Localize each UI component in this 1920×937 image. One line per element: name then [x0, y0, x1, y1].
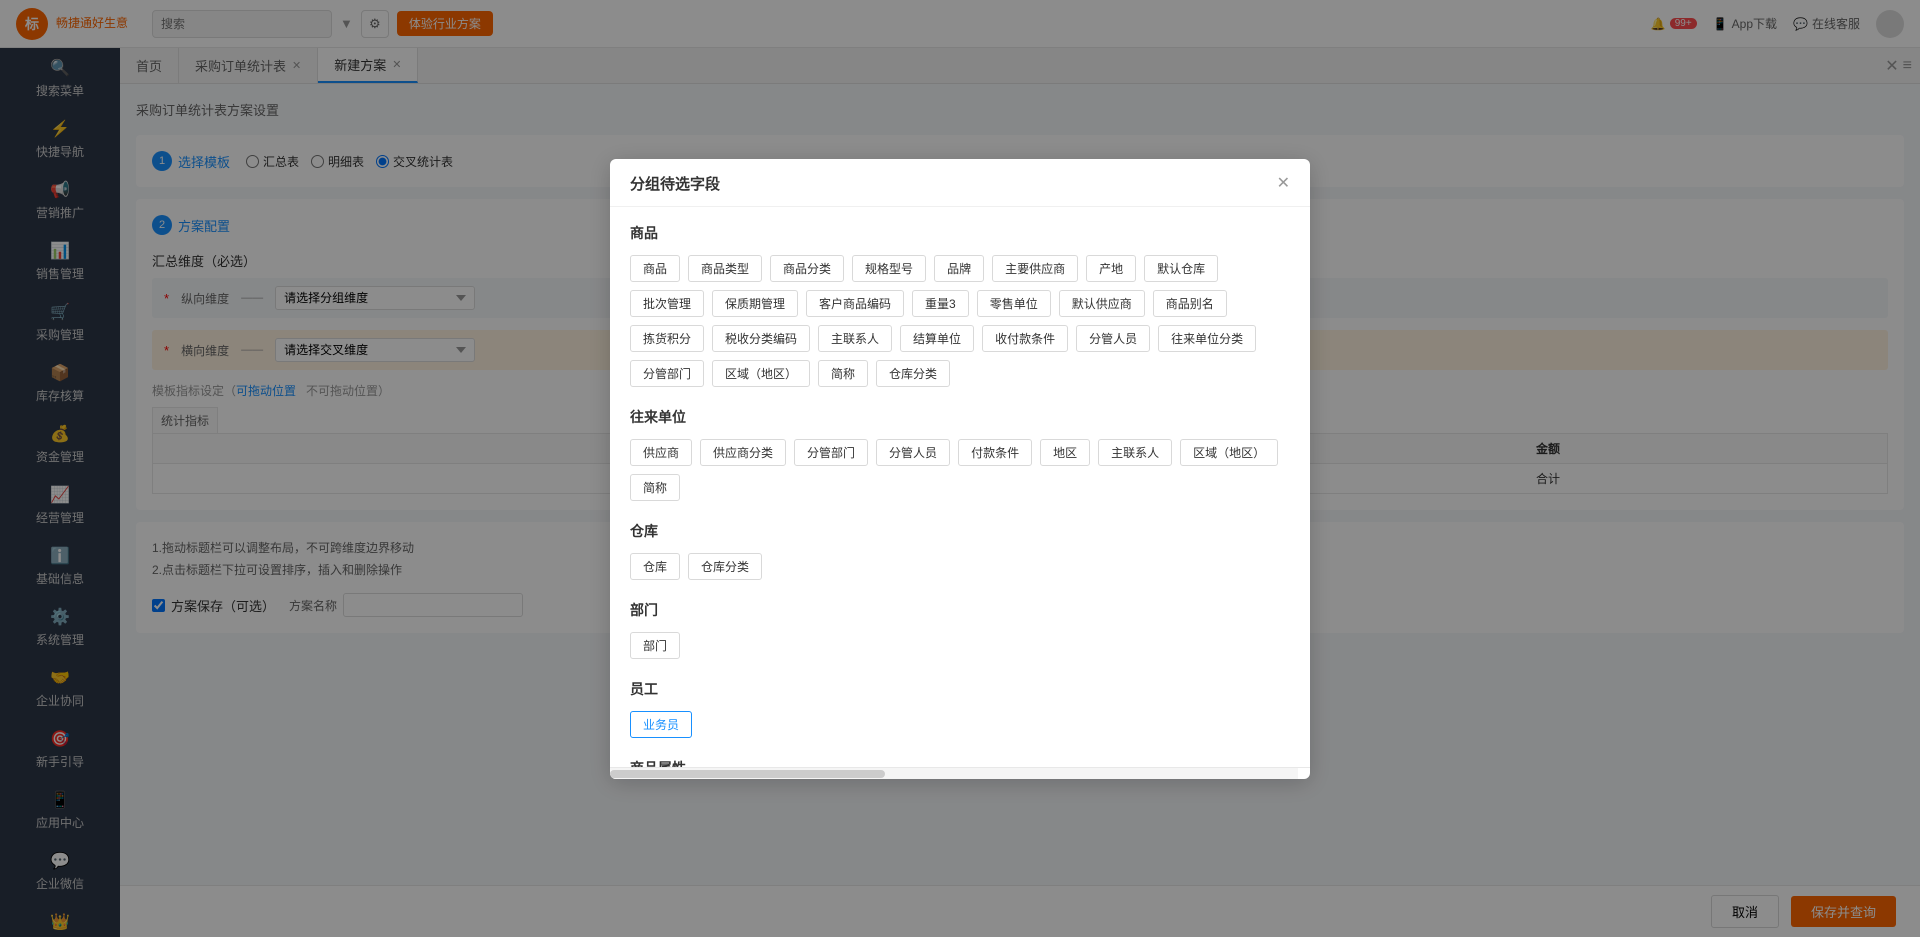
field-tag-0-25[interactable]: 仓库分类 — [876, 360, 950, 387]
field-tags-2: 仓库仓库分类 — [630, 553, 1290, 580]
field-tag-0-21[interactable]: 往来单位分类 — [1158, 325, 1256, 352]
field-tag-1-8[interactable]: 简称 — [630, 474, 680, 501]
field-tag-1-1[interactable]: 供应商分类 — [700, 439, 786, 466]
field-tags-4: 业务员 — [630, 711, 1290, 738]
field-tag-3-0[interactable]: 部门 — [630, 632, 680, 659]
field-section-1: 往来单位供应商供应商分类分管部门分管人员付款条件地区主联系人区域（地区） 简称 — [630, 407, 1290, 501]
field-tag-1-7[interactable]: 区域（地区） — [1180, 439, 1278, 466]
section-title-0: 商品 — [630, 223, 1290, 243]
field-tag-0-3[interactable]: 规格型号 — [852, 255, 926, 282]
modal-overlay[interactable]: 分组待选字段 ✕ 商品商品商品类型商品分类规格型号品牌主要供应商产地默认仓库批次… — [0, 0, 1920, 937]
field-tag-0-24[interactable]: 简称 — [818, 360, 868, 387]
field-tag-2-1[interactable]: 仓库分类 — [688, 553, 762, 580]
field-tag-1-2[interactable]: 分管部门 — [794, 439, 868, 466]
field-tag-2-0[interactable]: 仓库 — [630, 553, 680, 580]
field-tag-0-0[interactable]: 商品 — [630, 255, 680, 282]
horizontal-scrollbar[interactable] — [610, 767, 1310, 779]
scrollbar-track — [610, 768, 1298, 779]
section-title-4: 员工 — [630, 679, 1290, 699]
field-tag-1-3[interactable]: 分管人员 — [876, 439, 950, 466]
field-section-2: 仓库仓库仓库分类 — [630, 521, 1290, 580]
field-tag-1-4[interactable]: 付款条件 — [958, 439, 1032, 466]
field-tag-0-20[interactable]: 分管人员 — [1076, 325, 1150, 352]
field-section-5: 商品属性属性颜色多规格尺码鞋码1 — [630, 758, 1290, 767]
section-title-5: 商品属性 — [630, 758, 1290, 767]
field-tag-0-14[interactable]: 商品别名 — [1153, 290, 1227, 317]
section-title-3: 部门 — [630, 600, 1290, 620]
dialog-header: 分组待选字段 ✕ — [610, 159, 1310, 207]
field-tag-0-6[interactable]: 产地 — [1086, 255, 1136, 282]
field-tag-0-16[interactable]: 税收分类编码 — [712, 325, 810, 352]
field-tags-0: 商品商品类型商品分类规格型号品牌主要供应商产地默认仓库批次管理保质期管理客户商品… — [630, 255, 1290, 387]
section-title-1: 往来单位 — [630, 407, 1290, 427]
section-title-2: 仓库 — [630, 521, 1290, 541]
field-tags-1: 供应商供应商分类分管部门分管人员付款条件地区主联系人区域（地区） 简称 — [630, 439, 1290, 501]
field-section-3: 部门部门 — [630, 600, 1290, 659]
field-select-dialog: 分组待选字段 ✕ 商品商品商品类型商品分类规格型号品牌主要供应商产地默认仓库批次… — [610, 159, 1310, 779]
dialog-body: 商品商品商品类型商品分类规格型号品牌主要供应商产地默认仓库批次管理保质期管理客户… — [610, 207, 1310, 767]
field-tag-0-8[interactable]: 批次管理 — [630, 290, 704, 317]
field-tag-0-18[interactable]: 结算单位 — [900, 325, 974, 352]
field-tag-0-7[interactable]: 默认仓库 — [1144, 255, 1218, 282]
field-tag-0-10[interactable]: 客户商品编码 — [806, 290, 904, 317]
field-tag-0-22[interactable]: 分管部门 — [630, 360, 704, 387]
field-tag-0-4[interactable]: 品牌 — [934, 255, 984, 282]
dialog-close-icon[interactable]: ✕ — [1277, 173, 1290, 193]
field-tag-1-5[interactable]: 地区 — [1040, 439, 1090, 466]
field-tag-0-13[interactable]: 默认供应商 — [1059, 290, 1145, 317]
field-tag-1-0[interactable]: 供应商 — [630, 439, 692, 466]
field-tag-0-9[interactable]: 保质期管理 — [712, 290, 798, 317]
field-tag-0-2[interactable]: 商品分类 — [770, 255, 844, 282]
field-section-0: 商品商品商品类型商品分类规格型号品牌主要供应商产地默认仓库批次管理保质期管理客户… — [630, 223, 1290, 387]
field-tag-0-19[interactable]: 收付款条件 — [982, 325, 1068, 352]
field-tag-0-5[interactable]: 主要供应商 — [992, 255, 1078, 282]
scrollbar-thumb[interactable] — [610, 770, 885, 778]
field-tag-0-1[interactable]: 商品类型 — [688, 255, 762, 282]
field-tag-0-17[interactable]: 主联系人 — [818, 325, 892, 352]
field-tags-3: 部门 — [630, 632, 1290, 659]
field-tag-0-12[interactable]: 零售单位 — [977, 290, 1051, 317]
field-section-4: 员工业务员 — [630, 679, 1290, 738]
field-tag-0-15[interactable]: 拣货积分 — [630, 325, 704, 352]
field-tag-0-11[interactable]: 重量3 — [912, 290, 969, 317]
field-tag-4-0[interactable]: 业务员 — [630, 711, 692, 738]
field-tag-0-23[interactable]: 区域（地区） — [712, 360, 810, 387]
field-tag-1-6[interactable]: 主联系人 — [1098, 439, 1172, 466]
dialog-title: 分组待选字段 — [630, 173, 720, 194]
